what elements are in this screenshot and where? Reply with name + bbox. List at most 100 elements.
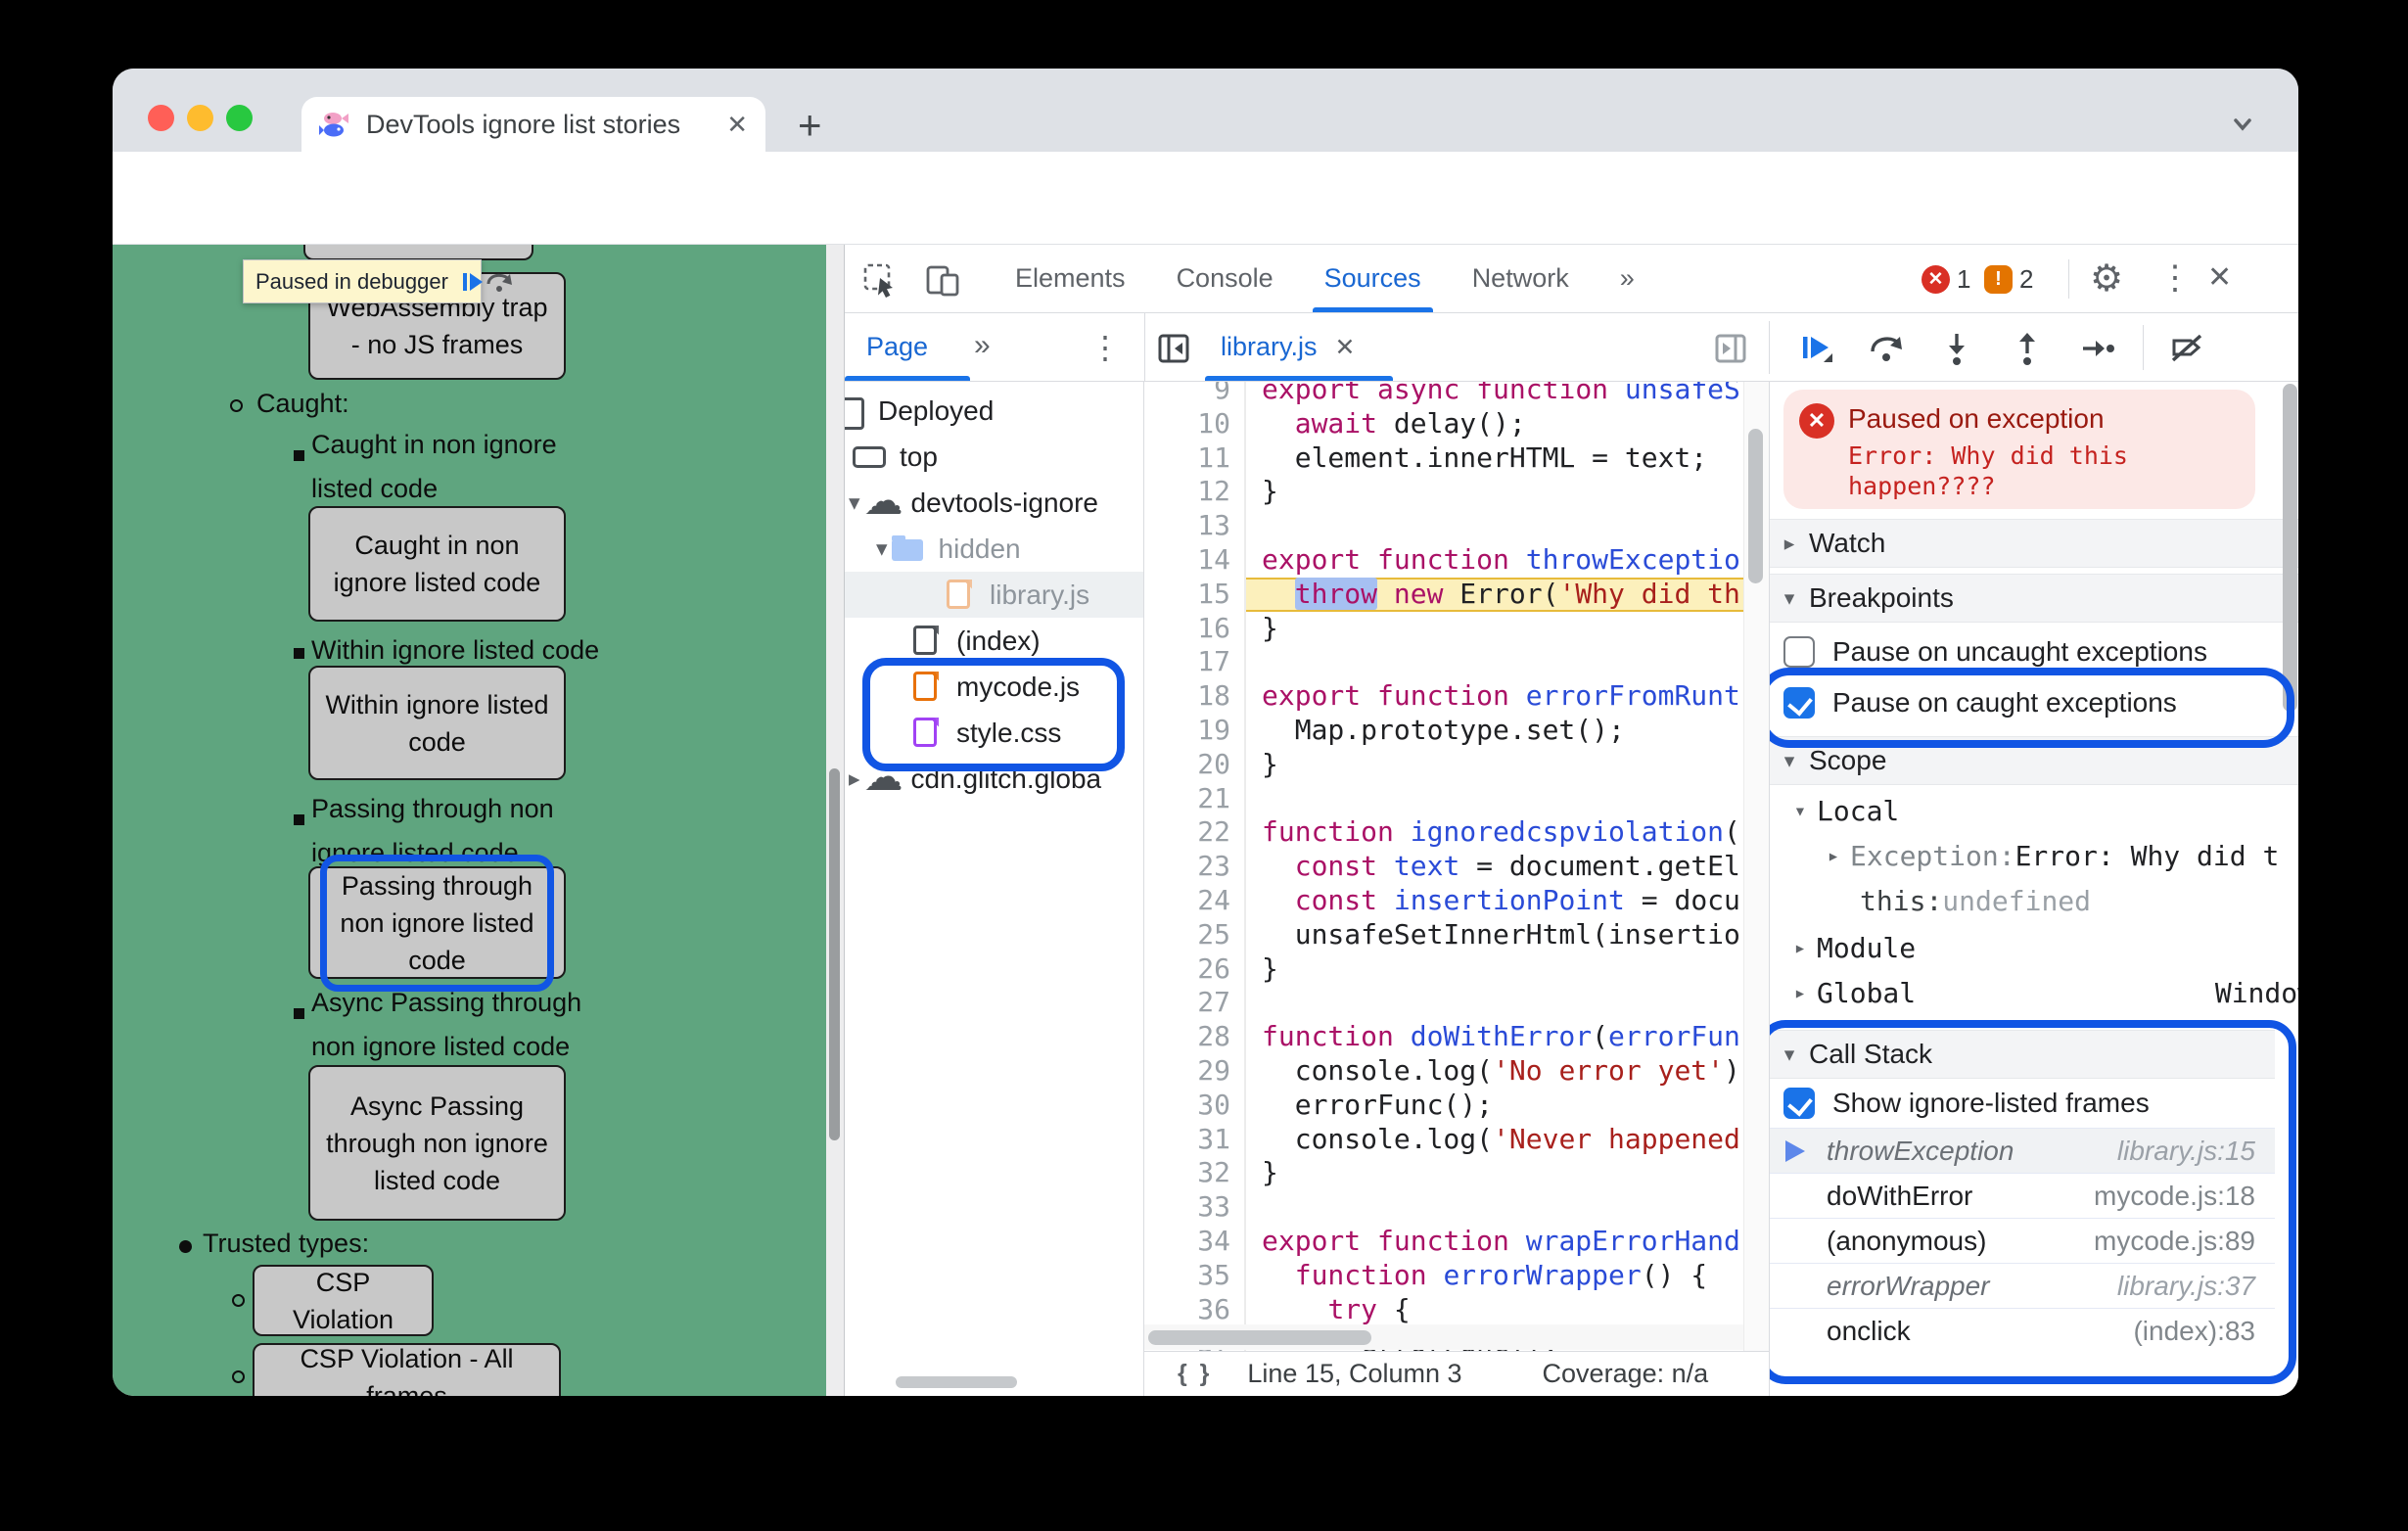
code-line[interactable]: 27 xyxy=(1144,986,1743,1021)
code-line[interactable]: 20 } xyxy=(1144,747,1743,782)
tree-item[interactable]: top xyxy=(845,434,1143,480)
line-number[interactable]: 10 xyxy=(1144,406,1246,441)
line-number[interactable]: 29 xyxy=(1144,1053,1246,1089)
file-tab-close-icon[interactable]: ✕ xyxy=(1335,333,1356,362)
pretty-print-icon[interactable]: { } xyxy=(1178,1360,1212,1388)
breakpoints-section-header[interactable]: ▾ Breakpoints xyxy=(1770,574,2298,623)
global-arrow-icon[interactable]: ▸ xyxy=(1783,981,1817,1004)
code-line[interactable]: 26 } xyxy=(1144,951,1743,987)
pause-caught-row[interactable]: Pause on caught exceptions xyxy=(1770,677,2298,728)
browser-tab[interactable]: DevTools ignore list stories ✕ xyxy=(301,97,765,152)
code-line[interactable]: 18 export function errorFromRunt xyxy=(1144,679,1743,714)
traffic-close-button[interactable] xyxy=(148,105,174,131)
watch-arrow-icon[interactable]: ▸ xyxy=(1770,532,1809,556)
frame-location[interactable]: library.js:15 xyxy=(2117,1136,2255,1167)
inspect-element-icon[interactable] xyxy=(862,262,898,298)
passing-through-button[interactable]: Passing through non ignore listed code xyxy=(308,854,566,992)
code-line[interactable]: 36 try { xyxy=(1144,1292,1743,1327)
csp-violation-all-frames-button[interactable]: CSP Violation - All frames xyxy=(253,1343,561,1396)
callstack-frame[interactable]: errorWrapper library.js:37 xyxy=(1770,1263,2275,1308)
scope-exception-row[interactable]: ▸ Exception: Error: Why did t xyxy=(1770,834,2298,877)
device-toolbar-icon[interactable] xyxy=(925,262,960,298)
tree-expand-arrow-icon[interactable]: ▸ xyxy=(849,766,860,792)
show-ignore-listed-checkbox[interactable] xyxy=(1783,1088,1815,1119)
code-line[interactable]: 11 element.innerHTML = text; xyxy=(1144,441,1743,476)
line-number[interactable]: 13 xyxy=(1144,509,1246,543)
tree-item[interactable]: ▸ cdn.glitch.globa xyxy=(845,756,1143,802)
code-line[interactable]: 16 } xyxy=(1144,611,1743,646)
settings-gear-icon[interactable]: ⚙ xyxy=(2090,256,2123,300)
code-line[interactable]: 21 xyxy=(1144,781,1743,816)
line-number[interactable]: 22 xyxy=(1144,815,1246,851)
line-number[interactable]: 21 xyxy=(1144,781,1246,816)
more-tabs-icon[interactable]: » xyxy=(1595,245,1660,312)
line-number[interactable]: 20 xyxy=(1144,747,1246,782)
step-icon[interactable] xyxy=(2079,330,2116,367)
code-line[interactable]: 25 unsafeSetInnerHtml(insertio xyxy=(1144,917,1743,952)
line-number[interactable]: 12 xyxy=(1144,475,1246,510)
scope-module-row[interactable]: ▸ Module xyxy=(1770,926,2298,969)
collapse-navigator-icon[interactable] xyxy=(1156,331,1191,366)
line-number[interactable]: 17 xyxy=(1144,645,1246,680)
code-line[interactable]: 12 } xyxy=(1144,475,1743,510)
callstack-section-header[interactable]: ▾ Call Stack xyxy=(1770,1030,2275,1079)
tree-item[interactable]: ▾ hidden xyxy=(845,526,1143,572)
code-line[interactable]: 33 xyxy=(1144,1190,1743,1225)
devtools-close-icon[interactable]: ✕ xyxy=(2207,260,2232,295)
code-line[interactable]: 15 throw new Error('Why did th xyxy=(1144,577,1743,612)
tab-console[interactable]: Console xyxy=(1151,245,1299,312)
line-number[interactable]: 25 xyxy=(1144,917,1246,952)
line-number[interactable]: 18 xyxy=(1144,679,1246,714)
editor-hscrollbar-thumb[interactable] xyxy=(1148,1330,1371,1345)
overlay-step-over-icon[interactable] xyxy=(486,260,513,302)
line-number[interactable]: 16 xyxy=(1144,611,1246,646)
deactivate-breakpoints-icon[interactable] xyxy=(2168,330,2207,367)
show-ignore-listed-row[interactable]: Show ignore-listed frames xyxy=(1770,1081,2298,1126)
devtools-menu-icon[interactable]: ⋮ xyxy=(2158,258,2192,298)
callstack-arrow-icon[interactable]: ▾ xyxy=(1770,1043,1809,1067)
step-out-icon[interactable] xyxy=(2009,330,2046,367)
tree-item[interactable]: ▾ devtools-ignore xyxy=(845,480,1143,526)
caught-in-non-ignore-button[interactable]: Caught in non ignore listed code xyxy=(308,506,566,622)
tab-elements[interactable]: Elements xyxy=(990,245,1151,312)
code-line[interactable]: 35 function errorWrapper() { xyxy=(1144,1258,1743,1293)
frame-location[interactable]: mycode.js:18 xyxy=(2094,1181,2255,1212)
line-number[interactable]: 33 xyxy=(1144,1190,1246,1225)
async-passing-button[interactable]: Async Passing through non ignore listed … xyxy=(308,1065,566,1221)
line-number[interactable]: 14 xyxy=(1144,542,1246,578)
line-number[interactable]: 36 xyxy=(1144,1292,1246,1327)
step-over-icon[interactable] xyxy=(1868,330,1905,367)
pane-more-tabs-icon[interactable]: » xyxy=(974,329,991,362)
warning-count[interactable]: 2 xyxy=(2019,264,2033,295)
page-scrollbar-thumb[interactable] xyxy=(829,768,840,1140)
pause-uncaught-row[interactable]: Pause on uncaught exceptions xyxy=(1770,628,2298,675)
pane-overflow-menu-icon[interactable]: ⋮ xyxy=(1089,329,1121,366)
frame-location[interactable]: (index):83 xyxy=(2133,1316,2255,1347)
tab-search-chevron-icon[interactable] xyxy=(2227,108,2258,139)
tab-close-icon[interactable]: ✕ xyxy=(726,110,748,140)
callstack-frame[interactable]: onclick (index):83 xyxy=(1770,1308,2275,1353)
code-line[interactable]: 31 console.log('Never happened xyxy=(1144,1122,1743,1157)
exception-arrow-icon[interactable]: ▸ xyxy=(1817,844,1850,867)
line-number[interactable]: 19 xyxy=(1144,713,1246,748)
pause-caught-checkbox[interactable] xyxy=(1783,687,1815,719)
module-arrow-icon[interactable]: ▸ xyxy=(1783,936,1817,959)
show-debugger-sidebar-icon[interactable] xyxy=(1713,331,1748,366)
line-number[interactable]: 30 xyxy=(1144,1088,1246,1123)
line-number[interactable]: 27 xyxy=(1144,986,1246,1021)
scope-this-row[interactable]: this: undefined xyxy=(1770,879,2298,922)
warning-count-icon[interactable]: ! xyxy=(1984,265,2013,294)
code-line[interactable]: 17 xyxy=(1144,645,1743,680)
line-number[interactable]: 31 xyxy=(1144,1122,1246,1157)
frame-location[interactable]: mycode.js:89 xyxy=(2094,1226,2255,1257)
line-number[interactable]: 26 xyxy=(1144,951,1246,987)
code-line[interactable]: 30 errorFunc(); xyxy=(1144,1088,1743,1123)
callstack-frame[interactable]: doWithError mycode.js:18 xyxy=(1770,1173,2275,1218)
scope-arrow-icon[interactable]: ▾ xyxy=(1770,749,1809,773)
code-line[interactable]: 28 function doWithError(errorFun xyxy=(1144,1020,1743,1054)
line-number[interactable]: 15 xyxy=(1144,577,1246,612)
code-line[interactable]: 19 Map.prototype.set(); xyxy=(1144,713,1743,748)
tree-item[interactable]: style.css xyxy=(845,710,1143,756)
error-count-icon[interactable]: ✕ xyxy=(1922,265,1950,294)
tree-hscrollbar-thumb[interactable] xyxy=(896,1376,1017,1388)
